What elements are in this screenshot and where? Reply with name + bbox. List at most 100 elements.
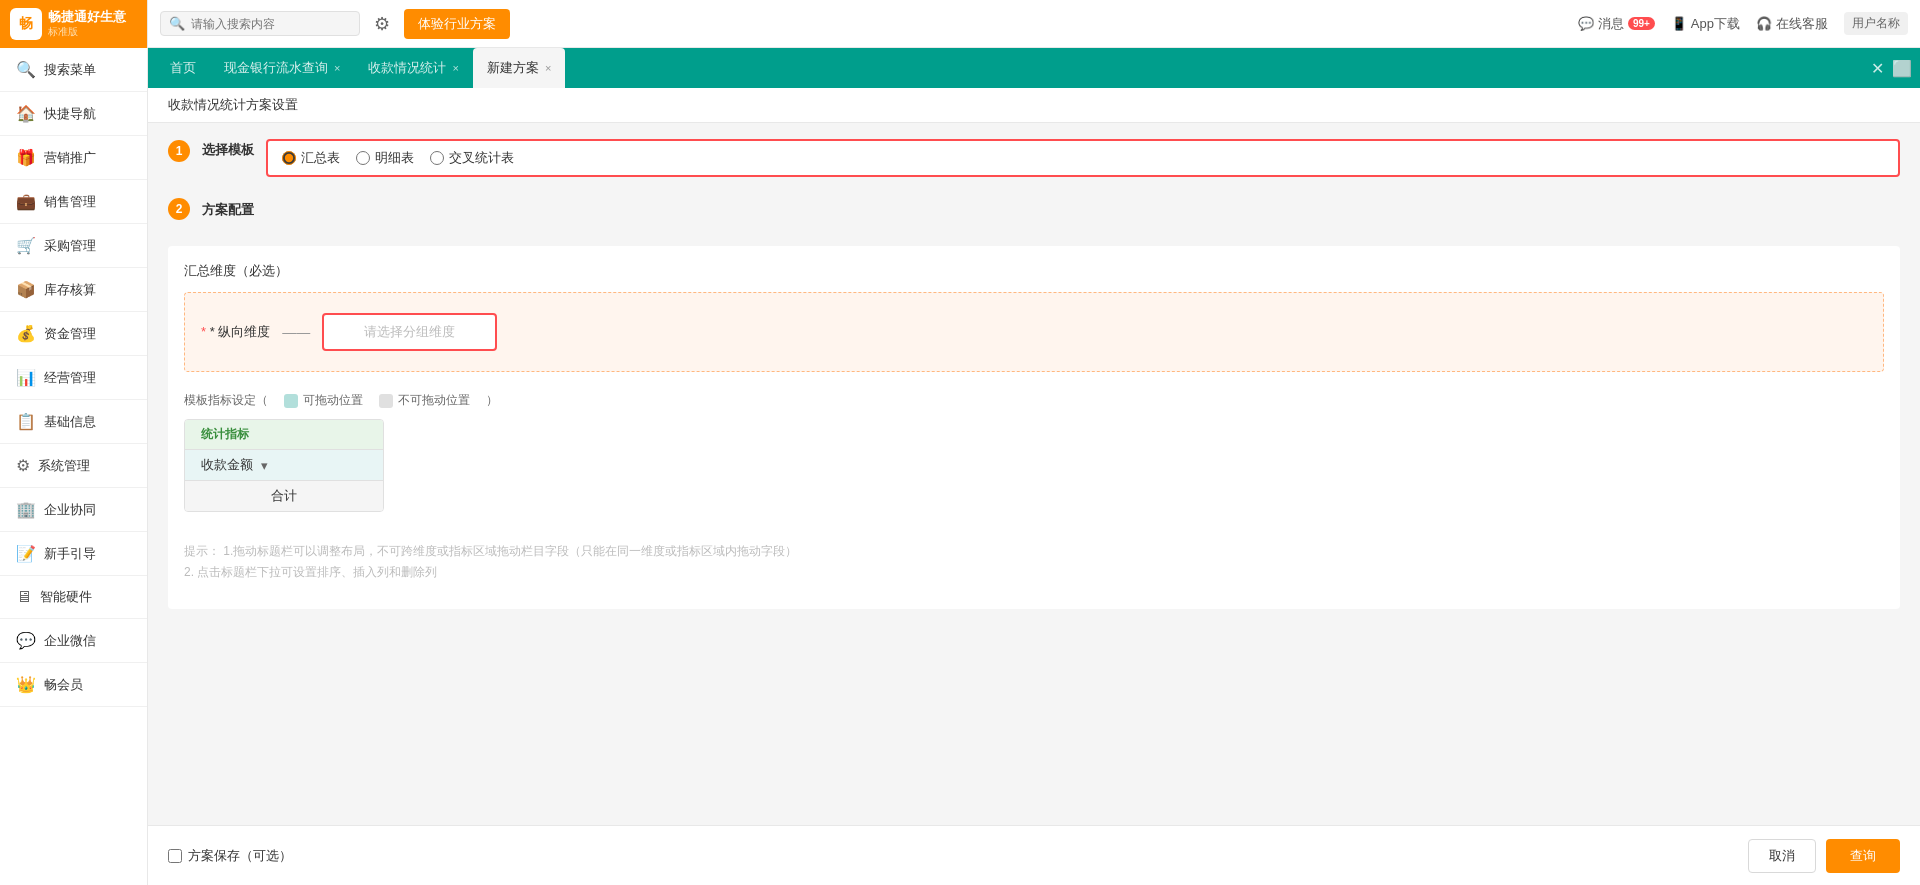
step1-section: 1 选择模板 汇总表 明细表 交叉统计表 xyxy=(168,139,1900,177)
step2-badge: 2 xyxy=(168,198,190,220)
step2-header: 2 方案配置 xyxy=(168,197,254,220)
maximize-icon[interactable]: ⬜ xyxy=(1892,59,1912,78)
metrics-header: 统计指标 xyxy=(185,420,383,450)
metrics-dropdown-icon[interactable]: ▾ xyxy=(261,458,268,473)
sidebar-item-hardware[interactable]: 🖥 智能硬件 xyxy=(0,576,147,619)
topbar-right: 💬 消息 99+ 📱 App下载 🎧 在线客服 用户名称 xyxy=(1578,12,1908,35)
config-section: 汇总维度（必选） * * 纵向维度 —— 请选择分组维度 xyxy=(168,246,1900,609)
radio-cross-label: 交叉统计表 xyxy=(449,149,514,167)
radio-cross-input[interactable] xyxy=(430,151,444,165)
vertical-label-text: * 纵向维度 xyxy=(210,324,271,339)
topbar: 🔍 ⚙ 体验行业方案 💬 消息 99+ 📱 App下载 🎧 在线客服 用户名称 xyxy=(148,0,1920,48)
sidebar-item-search-menu[interactable]: 🔍 搜索菜单 xyxy=(0,48,147,92)
metrics-table: 统计指标 收款金额 ▾ 合计 xyxy=(184,419,384,512)
dimension-select[interactable]: 请选择分组维度 xyxy=(322,313,497,351)
tab-collection-stat-close-icon[interactable]: × xyxy=(452,62,458,74)
sidebar-item-label: 系统管理 xyxy=(38,457,90,475)
tab-new-plan-close-icon[interactable]: × xyxy=(545,62,551,74)
tip-2: 2. 点击标题栏下拉可设置排序、插入列和删除列 xyxy=(184,564,1884,581)
radio-detail-input[interactable] xyxy=(356,151,370,165)
save-checkbox-input[interactable] xyxy=(168,849,182,863)
sidebar-item-label: 资金管理 xyxy=(44,325,96,343)
sidebar-item-enterprise[interactable]: 🏢 企业协同 xyxy=(0,488,147,532)
query-button[interactable]: 查询 xyxy=(1826,839,1900,873)
sidebar-item-purchase[interactable]: 🛒 采购管理 xyxy=(0,224,147,268)
page-header: 收款情况统计方案设置 xyxy=(148,88,1920,123)
dimension-title: 汇总维度（必选） xyxy=(184,262,1884,280)
tab-bank[interactable]: 现金银行流水查询 × xyxy=(210,48,354,88)
tab-collection-stat-label: 收款情况统计 xyxy=(368,59,446,77)
legend-close: ） xyxy=(486,392,498,409)
sidebar-item-label: 企业协同 xyxy=(44,501,96,519)
tabs-bar: 首页 现金银行流水查询 × 收款情况统计 × 新建方案 × ✕ ⬜ xyxy=(148,48,1920,88)
radio-detail-label: 明细表 xyxy=(375,149,414,167)
sidebar-item-management[interactable]: 📊 经营管理 xyxy=(0,356,147,400)
radio-summary[interactable]: 汇总表 xyxy=(282,149,340,167)
step2-section: 2 方案配置 汇总维度（必选） * * 纵向维度 —— 请选择分组维 xyxy=(168,197,1900,609)
search-menu-icon: 🔍 xyxy=(16,60,36,79)
non-draggable-legend: 不可拖动位置 xyxy=(379,392,470,409)
topbar-search-box[interactable]: 🔍 xyxy=(160,11,360,36)
message-item[interactable]: 💬 消息 99+ xyxy=(1578,15,1655,33)
sidebar-item-basic-info[interactable]: 📋 基础信息 xyxy=(0,400,147,444)
vertical-dimension-label: * * 纵向维度 xyxy=(201,323,270,341)
metrics-legend: 模板指标设定（ 可拖动位置 不可拖动位置 ） xyxy=(184,392,1884,409)
step1-badge: 1 xyxy=(168,140,190,162)
sidebar-item-label: 搜索菜单 xyxy=(44,61,96,79)
sidebar-item-quick-nav[interactable]: 🏠 快捷导航 xyxy=(0,92,147,136)
sidebar: 畅 畅捷通好生意 标准版 🔍 搜索菜单 🏠 快捷导航 🎁 营销推广 💼 销售管理… xyxy=(0,0,148,885)
logo-text-block: 畅捷通好生意 标准版 xyxy=(48,9,126,39)
sidebar-item-wechat[interactable]: 💬 企业微信 xyxy=(0,619,147,663)
tab-new-plan[interactable]: 新建方案 × xyxy=(473,48,565,88)
sidebar-item-finance[interactable]: 💰 资金管理 xyxy=(0,312,147,356)
page-header-title: 收款情况统计方案设置 xyxy=(168,97,298,112)
hardware-icon: 🖥 xyxy=(16,588,32,606)
gift-icon: 🎁 xyxy=(16,148,36,167)
radio-cross[interactable]: 交叉统计表 xyxy=(430,149,514,167)
metrics-row-total: 合计 xyxy=(185,481,383,511)
radio-summary-input[interactable] xyxy=(282,151,296,165)
tab-collection-stat[interactable]: 收款情况统计 × xyxy=(354,48,472,88)
service-item[interactable]: 🎧 在线客服 xyxy=(1756,15,1828,33)
sales-icon: 💼 xyxy=(16,192,36,211)
download-item[interactable]: 📱 App下载 xyxy=(1671,15,1740,33)
service-icon: 🎧 xyxy=(1756,16,1772,31)
sidebar-item-label: 新手引导 xyxy=(44,545,96,563)
sidebar-item-system[interactable]: ⚙ 系统管理 xyxy=(0,444,147,488)
tip-1: 提示： 1.拖动标题栏可以调整布局，不可跨维度或指标区域拖动栏目字段（只能在同一… xyxy=(184,543,1884,560)
sidebar-item-member[interactable]: 👑 畅会员 xyxy=(0,663,147,707)
close-window-icon[interactable]: ✕ xyxy=(1871,59,1884,78)
sidebar-item-sales[interactable]: 💼 销售管理 xyxy=(0,180,147,224)
save-option-checkbox[interactable]: 方案保存（可选） xyxy=(168,847,292,865)
inventory-icon: 📦 xyxy=(16,280,36,299)
gear-icon[interactable]: ⚙ xyxy=(370,9,394,39)
metrics-legend-title: 模板指标设定（ xyxy=(184,392,268,409)
sidebar-item-guide[interactable]: 📝 新手引导 xyxy=(0,532,147,576)
tab-home[interactable]: 首页 xyxy=(156,48,210,88)
main-area: 🔍 ⚙ 体验行业方案 💬 消息 99+ 📱 App下载 🎧 在线客服 用户名称 … xyxy=(148,0,1920,885)
content-area: 收款情况统计方案设置 1 选择模板 汇总表 明细表 xyxy=(148,88,1920,885)
cancel-button[interactable]: 取消 xyxy=(1748,839,1816,873)
arrow-icon: —— xyxy=(282,324,310,340)
message-badge: 99+ xyxy=(1628,17,1655,30)
footer-buttons: 取消 查询 xyxy=(1748,839,1900,873)
purchase-icon: 🛒 xyxy=(16,236,36,255)
sidebar-item-inventory[interactable]: 📦 库存核算 xyxy=(0,268,147,312)
industry-button[interactable]: 体验行业方案 xyxy=(404,9,510,39)
download-icon: 📱 xyxy=(1671,16,1687,31)
home-icon: 🏠 xyxy=(16,104,36,123)
download-label: App下载 xyxy=(1691,15,1740,33)
radio-detail[interactable]: 明细表 xyxy=(356,149,414,167)
user-name[interactable]: 用户名称 xyxy=(1844,12,1908,35)
tabs-right-controls: ✕ ⬜ xyxy=(1871,59,1920,78)
service-label: 在线客服 xyxy=(1776,15,1828,33)
basic-info-icon: 📋 xyxy=(16,412,36,431)
metrics-block: 模板指标设定（ 可拖动位置 不可拖动位置 ） xyxy=(184,392,1884,515)
sidebar-item-marketing[interactable]: 🎁 营销推广 xyxy=(0,136,147,180)
sidebar-item-label: 企业微信 xyxy=(44,632,96,650)
metrics-row-amount: 收款金额 ▾ xyxy=(185,450,383,481)
logo-name: 畅捷通好生意 xyxy=(48,9,126,25)
non-draggable-dot xyxy=(379,394,393,408)
tab-bank-close-icon[interactable]: × xyxy=(334,62,340,74)
search-input[interactable] xyxy=(191,17,351,31)
